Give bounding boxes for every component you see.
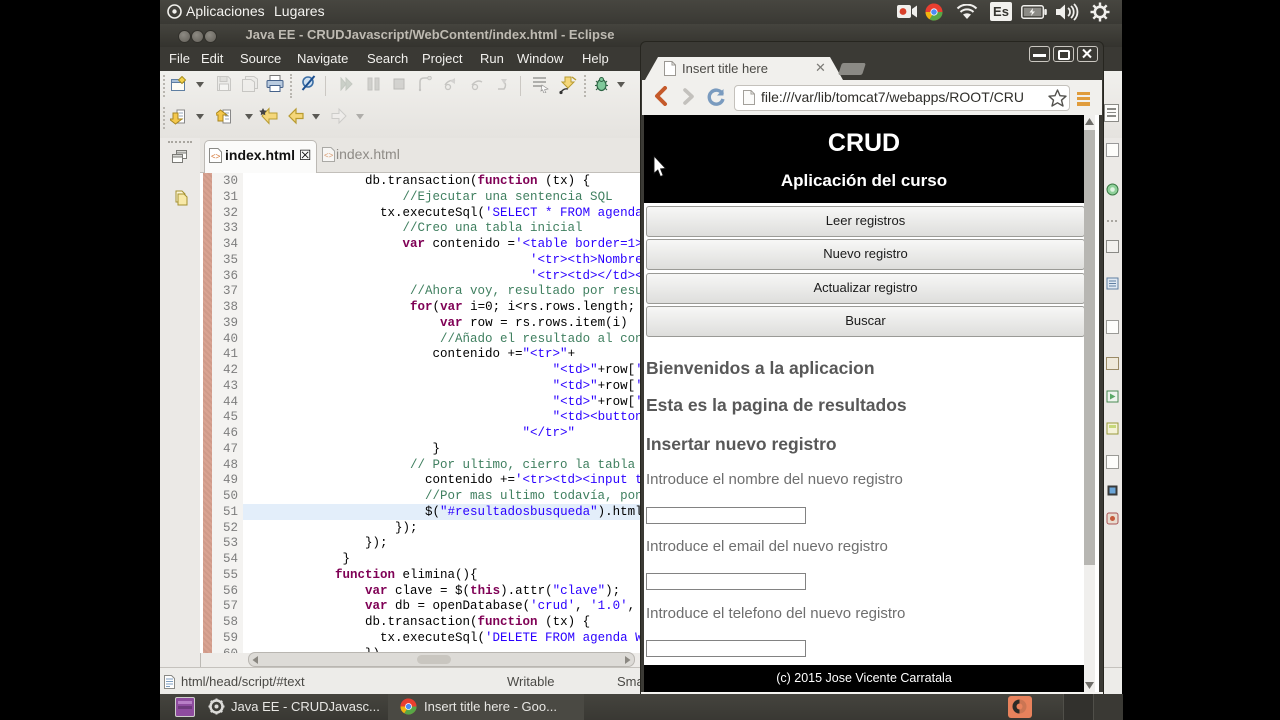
svg-text:<>: <> — [324, 151, 334, 160]
svg-text:<>: <> — [211, 152, 221, 161]
